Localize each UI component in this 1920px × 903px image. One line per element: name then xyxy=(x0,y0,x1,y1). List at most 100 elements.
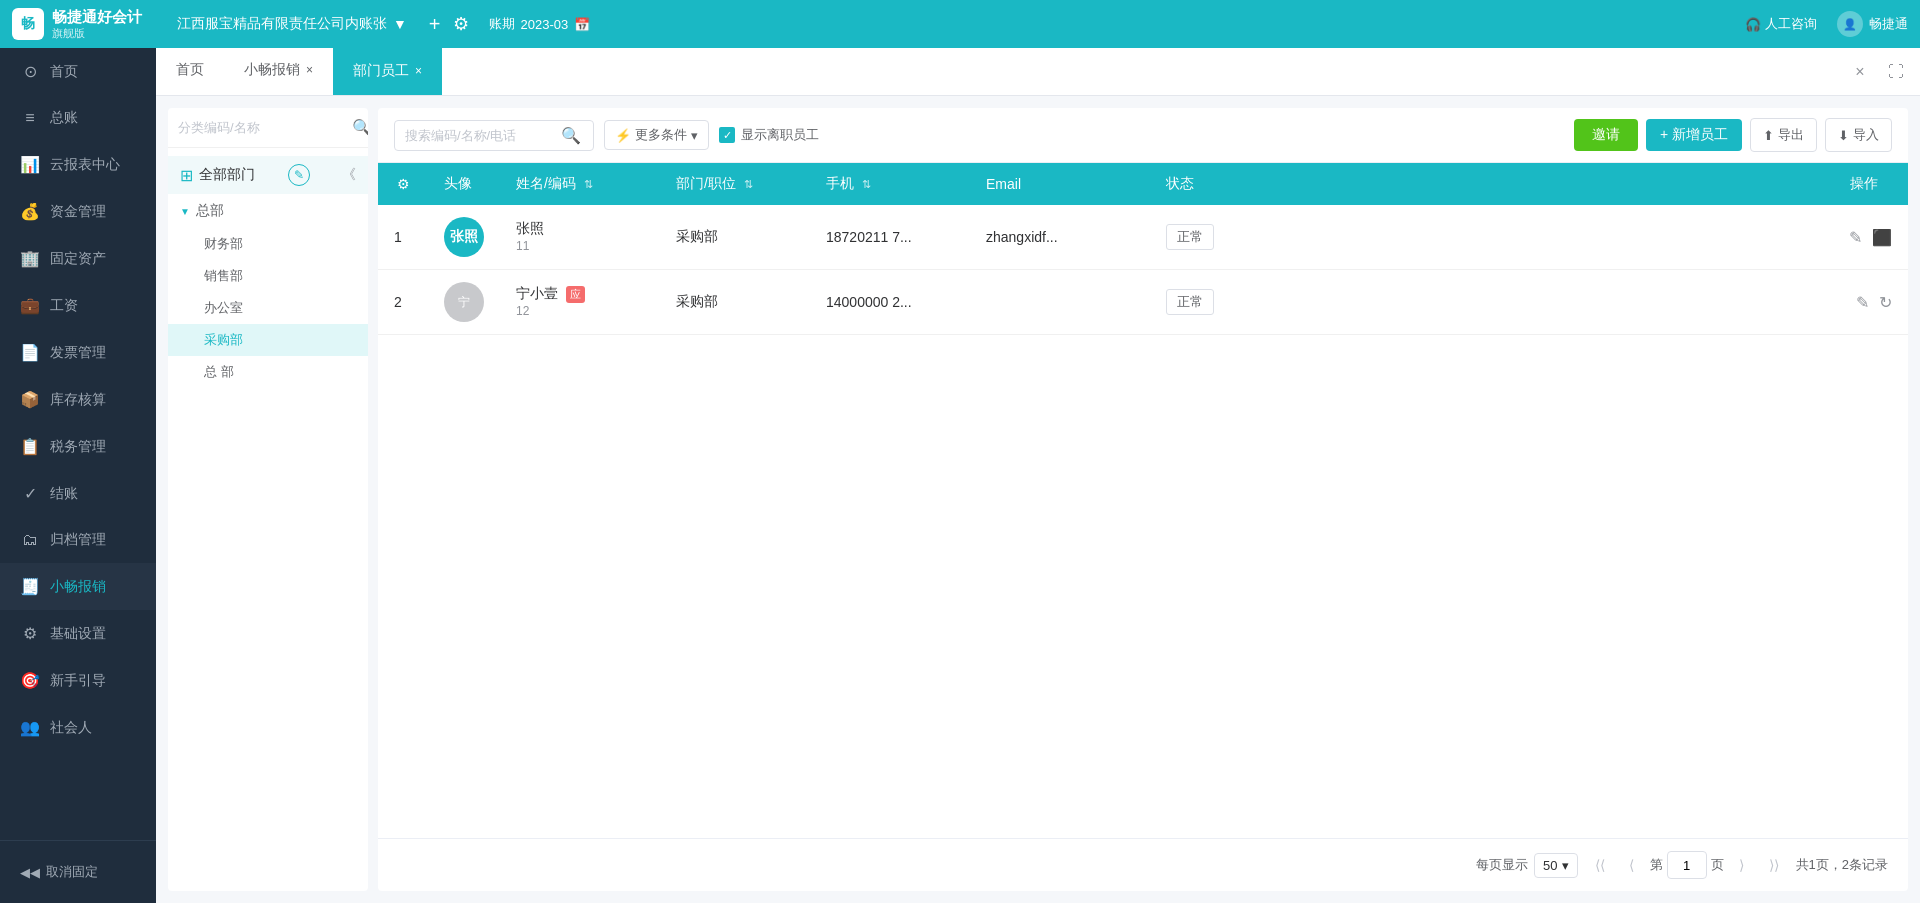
tab-close-btn[interactable]: × xyxy=(1846,58,1874,86)
tab-home[interactable]: 首页 xyxy=(156,48,224,95)
sort-phone-icon: ⇅ xyxy=(862,178,871,190)
row2-name: 宁小壹 应 12 xyxy=(500,270,660,335)
calendar-icon[interactable]: 📅 xyxy=(574,17,590,32)
dept-child-finance[interactable]: 财务部 xyxy=(168,228,368,260)
tab-expense-close[interactable]: × xyxy=(306,63,313,77)
sidebar-item-guide[interactable]: 🎯 新手引导 xyxy=(0,657,156,704)
checkbox-checked-icon: ✓ xyxy=(719,127,735,143)
page-number-input[interactable] xyxy=(1667,851,1707,879)
inner-content: 🔍 ⊞ 全部部门 ✎ 《 ▼ 总部 xyxy=(156,96,1920,903)
export-icon: ⬆ xyxy=(1763,128,1774,143)
filter-dropdown-icon: ▾ xyxy=(691,128,698,143)
tab-home-label: 首页 xyxy=(176,61,204,79)
th-phone[interactable]: 手机 ⇅ xyxy=(810,163,970,205)
row1-dept: 采购部 xyxy=(660,205,810,270)
tab-employee[interactable]: 部门员工 × xyxy=(333,48,442,95)
dept-search-icon[interactable]: 🔍 xyxy=(352,118,368,137)
cancel-pin-label: 取消固定 xyxy=(46,863,98,881)
edit-icon[interactable]: ✎ xyxy=(1856,293,1869,312)
dept-child-sales[interactable]: 销售部 xyxy=(168,260,368,292)
sidebar-item-home[interactable]: ⊙ 首页 xyxy=(0,48,156,95)
export-btn[interactable]: ⬆ 导出 xyxy=(1750,118,1817,152)
logout-icon[interactable]: ⬛ xyxy=(1872,228,1892,247)
th-name[interactable]: 姓名/编码 ⇅ xyxy=(500,163,660,205)
tab-expand-btn[interactable]: ⛶ xyxy=(1882,58,1910,86)
main-layout: ⊙ 首页 ≡ 总账 📊 云报表中心 💰 资金管理 🏢 固定资产 💼 工资 📄 发… xyxy=(0,48,1920,903)
dept-search-input[interactable] xyxy=(178,120,346,135)
th-action: 操作 xyxy=(1250,163,1908,205)
import-label: 导入 xyxy=(1853,126,1879,144)
archive-icon: 🗂 xyxy=(20,531,40,549)
sidebar-item-closing[interactable]: ✓ 结账 xyxy=(0,470,156,517)
company-selector[interactable]: 江西服宝精品有限责任公司内账张 ▼ xyxy=(167,11,417,37)
show-left-employees[interactable]: ✓ 显示离职员工 xyxy=(719,126,819,144)
content-area: 首页 小畅报销 × 部门员工 × × ⛶ 🔍 xyxy=(156,48,1920,903)
employee-search-field[interactable]: 🔍 xyxy=(394,120,594,151)
user-menu[interactable]: 👤 畅捷通 xyxy=(1837,11,1908,37)
sidebar-item-label: 固定资产 xyxy=(50,250,106,268)
prev-page-btn[interactable]: ⟨ xyxy=(1618,851,1646,879)
last-page-btn[interactable]: ⟩⟩ xyxy=(1760,851,1788,879)
tab-expense[interactable]: 小畅报销 × xyxy=(224,48,333,95)
dept-child-office[interactable]: 办公室 xyxy=(168,292,368,324)
sidebar-item-fixed-assets[interactable]: 🏢 固定资产 xyxy=(0,235,156,282)
tab-employee-close[interactable]: × xyxy=(415,64,422,78)
more-filter-btn[interactable]: ⚡ 更多条件 ▾ xyxy=(604,120,709,150)
dept-child-general[interactable]: 总 部 xyxy=(168,356,368,388)
sidebar-item-general-ledger[interactable]: ≡ 总账 xyxy=(0,95,156,141)
tax-icon: 📋 xyxy=(20,437,40,456)
dept-edit-btn[interactable]: ✎ xyxy=(288,164,310,186)
sidebar-item-inventory[interactable]: 📦 库存核算 xyxy=(0,376,156,423)
th-dept[interactable]: 部门/职位 ⇅ xyxy=(660,163,810,205)
cancel-pin-btn[interactable]: ◀◀ 取消固定 xyxy=(0,853,156,891)
row1-no: 1 xyxy=(378,205,428,270)
sidebar-bottom: ◀◀ 取消固定 xyxy=(0,840,156,903)
sidebar-item-settings[interactable]: ⚙ 基础设置 xyxy=(0,610,156,657)
dept-all[interactable]: ⊞ 全部部门 ✎ 《 xyxy=(168,156,368,194)
pagination: 每页显示 50 ▾ ⟨⟨ ⟨ 第 页 xyxy=(378,838,1908,891)
dept-child-procurement[interactable]: 采购部 xyxy=(168,324,368,356)
dept-collapse-btn[interactable]: 《 xyxy=(342,166,356,184)
next-page-btn[interactable]: ⟩ xyxy=(1728,851,1756,879)
sidebar-item-salary[interactable]: 💼 工资 xyxy=(0,282,156,329)
dept-parent-headquarter[interactable]: ▼ 总部 xyxy=(168,194,368,228)
user-name: 畅捷通 xyxy=(1869,15,1908,33)
sidebar-item-report-center[interactable]: 📊 云报表中心 xyxy=(0,141,156,188)
sidebar-item-label: 工资 xyxy=(50,297,78,315)
headset-icon: 🎧 xyxy=(1745,17,1761,32)
table-row: 2 宁 宁小壹 应 xyxy=(378,270,1908,335)
triangle-icon: ▼ xyxy=(180,206,190,217)
sidebar-item-tax[interactable]: 📋 税务管理 xyxy=(0,423,156,470)
tab-bar-actions: × ⛶ xyxy=(1846,58,1910,86)
sidebar-item-invoice[interactable]: 📄 发票管理 xyxy=(0,329,156,376)
page-size-dropdown[interactable]: 50 ▾ xyxy=(1534,853,1577,878)
sidebar-item-archive[interactable]: 🗂 归档管理 xyxy=(0,517,156,563)
sidebar-item-label: 小畅报销 xyxy=(50,578,106,596)
row2-action: ✎ ↻ xyxy=(1250,270,1908,335)
invite-btn[interactable]: 邀请 xyxy=(1574,119,1638,151)
employee-search-input[interactable] xyxy=(405,128,555,143)
first-page-btn[interactable]: ⟨⟨ xyxy=(1586,851,1614,879)
refresh-icon[interactable]: ↻ xyxy=(1879,293,1892,312)
add-employee-btn[interactable]: + 新增员工 xyxy=(1646,119,1742,151)
sidebar-item-funds[interactable]: 💰 资金管理 xyxy=(0,188,156,235)
settings-icon[interactable]: ⚙ xyxy=(453,13,469,35)
search-icon: 🔍 xyxy=(561,126,581,145)
period-label: 账期 xyxy=(489,15,515,33)
sidebar-item-label: 发票管理 xyxy=(50,344,106,362)
edit-icon[interactable]: ✎ xyxy=(1849,228,1862,247)
sidebar-item-partners[interactable]: 👥 社会人 xyxy=(0,704,156,751)
dept-all-label: 全部部门 xyxy=(199,166,255,184)
grid-icon: ⊞ xyxy=(180,166,193,185)
row2-status: 正常 xyxy=(1150,270,1250,335)
add-company-btn[interactable]: + xyxy=(429,13,441,36)
sidebar-item-expense[interactable]: 🧾 小畅报销 xyxy=(0,563,156,610)
import-btn[interactable]: ⬇ 导入 xyxy=(1825,118,1892,152)
ledger-icon: ≡ xyxy=(20,109,40,127)
left-panel: 🔍 ⊞ 全部部门 ✎ 《 ▼ 总部 xyxy=(168,108,368,891)
logo-sub: 旗舰版 xyxy=(52,26,142,41)
row1-email: zhangxidf... xyxy=(970,205,1150,270)
sidebar-item-label: 资金管理 xyxy=(50,203,106,221)
th-settings[interactable]: ⚙ xyxy=(378,163,428,205)
ai-consult-btn[interactable]: 🎧 人工咨询 xyxy=(1745,15,1817,33)
